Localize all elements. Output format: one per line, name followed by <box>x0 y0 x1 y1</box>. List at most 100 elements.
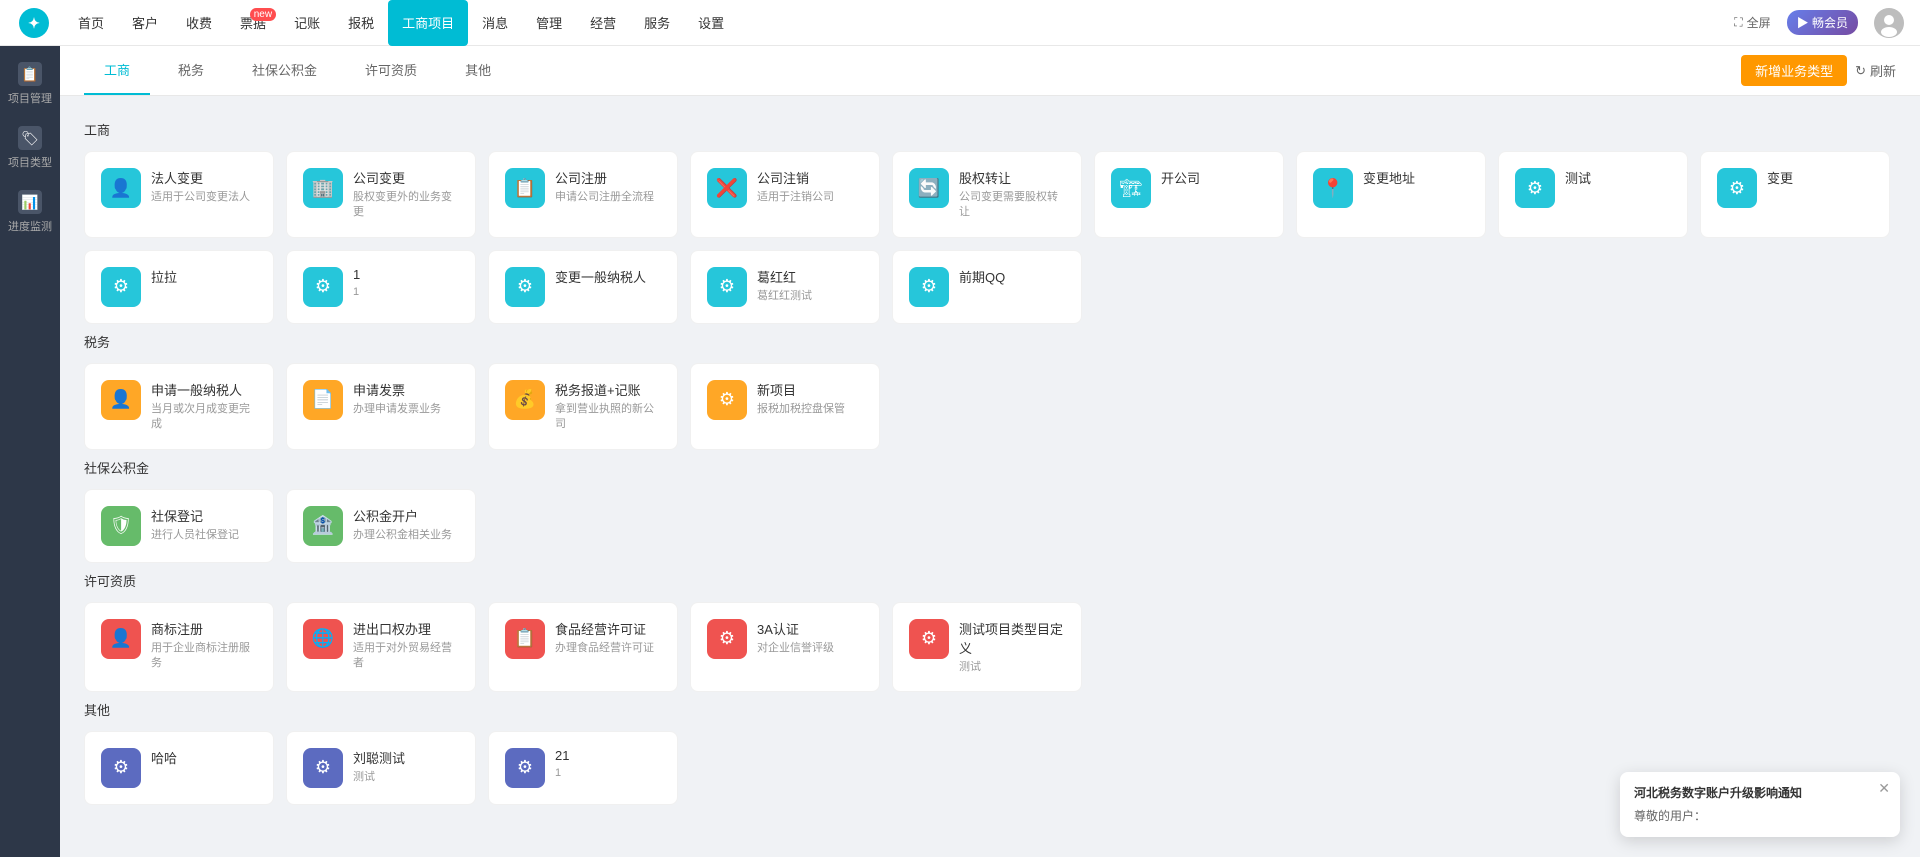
sub-tab-actions: 新增业务类型 ↻ 刷新 <box>1741 55 1896 86</box>
card-刘聪测试[interactable]: ⚙ 刘聪测试 测试 <box>286 731 476 805</box>
nav-item-设置[interactable]: 设置 <box>684 0 738 46</box>
fullscreen-button[interactable]: ⛶ 全屏 <box>1734 14 1770 31</box>
sub-tab-其他[interactable]: 其他 <box>445 46 511 95</box>
card-拉拉[interactable]: ⚙ 拉拉 <box>84 250 274 324</box>
nav-item-收费[interactable]: 收费 <box>172 0 226 46</box>
card-desc-股权转让: 公司变更需要股权转让 <box>959 190 1065 221</box>
card-新项目[interactable]: ⚙ 新项目 报税加税控盘保管 <box>690 363 880 450</box>
card-变更一般纳税人[interactable]: ⚙ 变更一般纳税人 <box>488 250 678 324</box>
sidebar-item-进度监测[interactable]: 📊 进度监测 <box>2 182 58 242</box>
card-info-3A认证: 3A认证 对企业信誉评级 <box>757 619 863 656</box>
card-申请发票[interactable]: 📄 申请发票 办理申请发票业务 <box>286 363 476 450</box>
card-name-新项目: 新项目 <box>757 380 863 399</box>
sub-tab-许可资质[interactable]: 许可资质 <box>345 46 437 95</box>
sidebar-icon-进度监测: 📊 <box>18 190 42 214</box>
card-name-商标注册: 商标注册 <box>151 619 257 638</box>
card-测试[interactable]: ⚙ 测试 <box>1498 151 1688 238</box>
card-前期QQ[interactable]: ⚙ 前期QQ <box>892 250 1082 324</box>
card-1[interactable]: ⚙ 1 1 <box>286 250 476 324</box>
nav-item-管理[interactable]: 管理 <box>522 0 576 46</box>
section-title-其他: 其他 <box>84 700 1896 719</box>
nav-item-消息[interactable]: 消息 <box>468 0 522 46</box>
sub-tab-社保公积金[interactable]: 社保公积金 <box>232 46 337 95</box>
card-info-法人变更: 法人变更 适用于公司变更法人 <box>151 168 257 205</box>
card-icon-公司变更: 🏢 <box>303 168 343 208</box>
card-info-申请一般纳税人: 申请一般纳税人 当月或次月成变更完成 <box>151 380 257 433</box>
nav-item-经营[interactable]: 经营 <box>576 0 630 46</box>
card-name-公司注册: 公司注册 <box>555 168 661 187</box>
sub-tab-税务[interactable]: 税务 <box>158 46 224 95</box>
card-info-21: 21 1 <box>555 748 661 781</box>
card-icon-股权转让: 🔄 <box>909 168 949 208</box>
nav-item-首页[interactable]: 首页 <box>64 0 118 46</box>
sub-tab-工商[interactable]: 工商 <box>84 46 150 95</box>
card-info-社保登记: 社保登记 进行人员社保登记 <box>151 506 257 543</box>
nav-item-客户[interactable]: 客户 <box>118 0 172 46</box>
card-name-前期QQ: 前期QQ <box>959 267 1065 286</box>
nav-item-记账[interactable]: 记账 <box>280 0 334 46</box>
nav-item-工商项目[interactable]: 工商项目 <box>388 0 468 46</box>
card-3A认证[interactable]: ⚙ 3A认证 对企业信誉评级 <box>690 602 880 692</box>
card-icon-变更地址: 📍 <box>1313 168 1353 208</box>
card-icon-刘聪测试: ⚙ <box>303 748 343 788</box>
card-info-股权转让: 股权转让 公司变更需要股权转让 <box>959 168 1065 221</box>
refresh-button[interactable]: ↻ 刷新 <box>1855 61 1896 80</box>
sidebar: 📋 项目管理 🏷 项目类型 📊 进度监测 <box>0 46 60 857</box>
card-desc-申请发票: 办理申请发票业务 <box>353 402 459 417</box>
card-name-开公司: 开公司 <box>1161 168 1267 187</box>
card-哈哈[interactable]: ⚙ 哈哈 <box>84 731 274 805</box>
cards-grid-工商: 👤 法人变更 适用于公司变更法人 🏢 公司变更 股权变更外的业务变更 📋 公司注… <box>84 151 1896 324</box>
section-title-许可资质: 许可资质 <box>84 571 1896 590</box>
sidebar-item-项目类型[interactable]: 🏷 项目类型 <box>2 118 58 178</box>
card-变更[interactable]: ⚙ 变更 <box>1700 151 1890 238</box>
card-desc-食品经营许可证: 办理食品经营许可证 <box>555 641 661 656</box>
card-申请一般纳税人[interactable]: 👤 申请一般纳税人 当月或次月成变更完成 <box>84 363 274 450</box>
sidebar-icon-项目管理: 📋 <box>18 62 42 86</box>
card-info-食品经营许可证: 食品经营许可证 办理食品经营许可证 <box>555 619 661 656</box>
card-desc-21: 1 <box>555 766 661 781</box>
card-desc-3A认证: 对企业信誉评级 <box>757 641 863 656</box>
nav-right: ⛶ 全屏 ▶ 畅会员 <box>1734 8 1904 38</box>
card-name-测试项目类型目定义: 测试项目类型目定义 <box>959 619 1065 657</box>
card-进出口权办理[interactable]: 🌐 进出口权办理 适用于对外贸易经营者 <box>286 602 476 692</box>
card-icon-新项目: ⚙ <box>707 380 747 420</box>
new-type-button[interactable]: 新增业务类型 <box>1741 55 1847 86</box>
card-股权转让[interactable]: 🔄 股权转让 公司变更需要股权转让 <box>892 151 1082 238</box>
card-info-公司注册: 公司注册 申请公司注册全流程 <box>555 168 661 205</box>
sub-tabs: 工商税务社保公积金许可资质其他 <box>84 46 519 95</box>
notification-close-button[interactable]: ✕ <box>1878 780 1890 797</box>
card-社保登记[interactable]: 🛡 社保登记 进行人员社保登记 <box>84 489 274 563</box>
card-商标注册[interactable]: 👤 商标注册 用于企业商标注册服务 <box>84 602 274 692</box>
card-icon-葛红红: ⚙ <box>707 267 747 307</box>
card-法人变更[interactable]: 👤 法人变更 适用于公司变更法人 <box>84 151 274 238</box>
card-公积金开户[interactable]: 🏦 公积金开户 办理公积金相关业务 <box>286 489 476 563</box>
nav-item-服务[interactable]: 服务 <box>630 0 684 46</box>
card-税务报道+记账[interactable]: 💰 税务报道+记账 拿到营业执照的新公司 <box>488 363 678 450</box>
card-desc-公司注册: 申请公司注册全流程 <box>555 190 661 205</box>
card-info-公司注销: 公司注销 适用于注销公司 <box>757 168 863 205</box>
card-icon-拉拉: ⚙ <box>101 267 141 307</box>
card-21[interactable]: ⚙ 21 1 <box>488 731 678 805</box>
card-info-变更: 变更 <box>1767 168 1873 190</box>
card-公司变更[interactable]: 🏢 公司变更 股权变更外的业务变更 <box>286 151 476 238</box>
sidebar-item-项目管理[interactable]: 📋 项目管理 <box>2 54 58 114</box>
card-开公司[interactable]: 🏗 开公司 <box>1094 151 1284 238</box>
nav-item-报税[interactable]: 报税 <box>334 0 388 46</box>
card-食品经营许可证[interactable]: 📋 食品经营许可证 办理食品经营许可证 <box>488 602 678 692</box>
card-name-公司注销: 公司注销 <box>757 168 863 187</box>
vip-button[interactable]: ▶ 畅会员 <box>1787 10 1858 35</box>
card-变更地址[interactable]: 📍 变更地址 <box>1296 151 1486 238</box>
section-title-社保公积金: 社保公积金 <box>84 458 1896 477</box>
card-info-葛红红: 葛红红 葛红红测试 <box>757 267 863 304</box>
nav-item-票据[interactable]: 票据new <box>226 0 280 46</box>
card-icon-商标注册: 👤 <box>101 619 141 659</box>
card-公司注销[interactable]: ❌ 公司注销 适用于注销公司 <box>690 151 880 238</box>
card-测试项目类型目定义[interactable]: ⚙ 测试项目类型目定义 测试 <box>892 602 1082 692</box>
notification-body: 尊敬的用户： <box>1634 807 1886 825</box>
card-葛红红[interactable]: ⚙ 葛红红 葛红红测试 <box>690 250 880 324</box>
card-公司注册[interactable]: 📋 公司注册 申请公司注册全流程 <box>488 151 678 238</box>
fullscreen-icon: ⛶ <box>1734 15 1742 30</box>
card-desc-法人变更: 适用于公司变更法人 <box>151 190 257 205</box>
avatar[interactable] <box>1874 8 1904 38</box>
card-icon-21: ⚙ <box>505 748 545 788</box>
